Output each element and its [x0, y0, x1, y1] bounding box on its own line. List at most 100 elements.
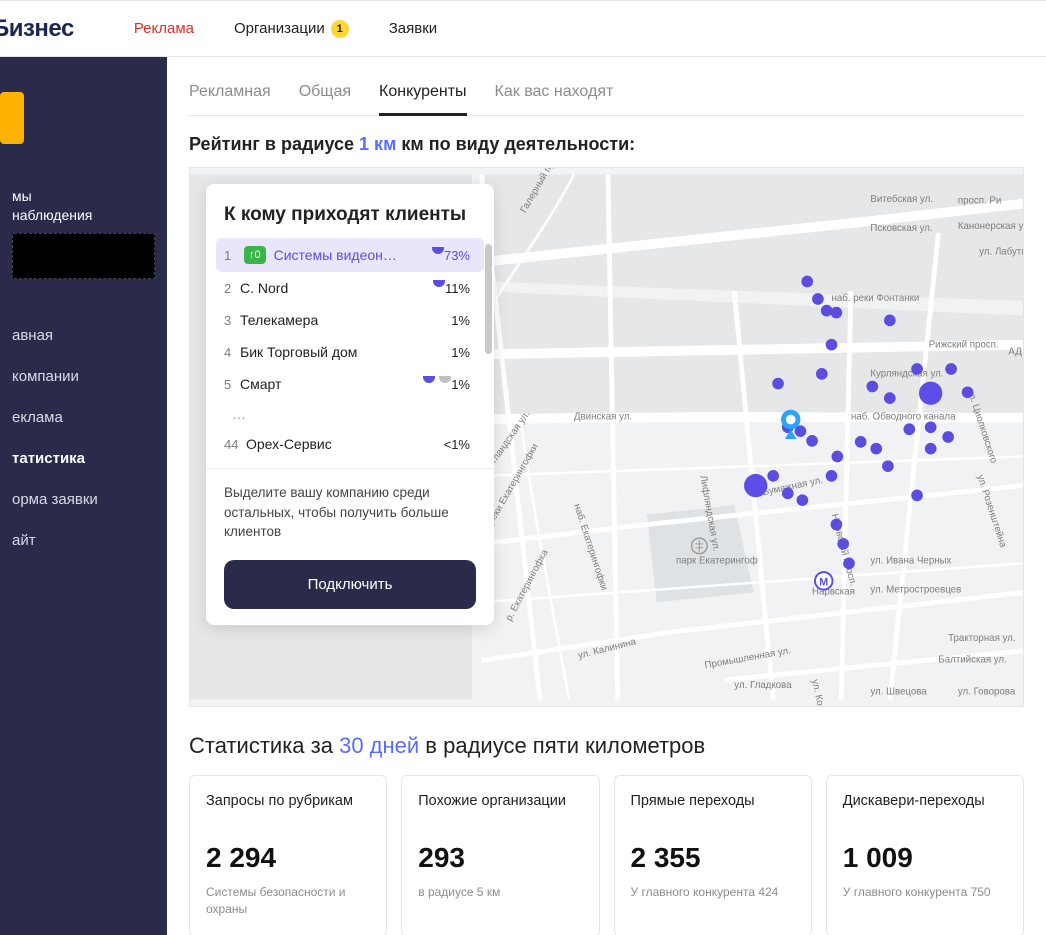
radius-link[interactable]: 1 км [359, 134, 396, 154]
svg-text:ул. Говорова: ул. Говорова [958, 687, 1016, 698]
verified-icon [423, 376, 435, 383]
card-similar[interactable]: Похожие организации 293 в радиусе 5 км [401, 775, 599, 935]
competitor-marker[interactable] [837, 538, 849, 550]
svg-text:Витебская ул.: Витебская ул. [870, 194, 933, 205]
sidebar-nav: авная компании еклама татистика орма зая… [0, 315, 167, 561]
sidebar-org-redacted [12, 233, 155, 279]
competitor-marker[interactable] [843, 558, 855, 570]
map[interactable]: Витебская ул. Псковская ул. просп. Ри Ка… [189, 167, 1024, 707]
competitor-marker[interactable] [911, 363, 923, 375]
competitor-marker[interactable] [826, 339, 838, 351]
svg-text:ул. Швецова: ул. Швецова [870, 687, 927, 698]
competitor-marker[interactable] [801, 276, 813, 288]
verified-icon [433, 280, 445, 287]
svg-text:Курляндская ул.: Курляндская ул. [870, 369, 943, 380]
competitor-marker[interactable] [925, 443, 937, 455]
card-discovery[interactable]: Дискавери-переходы 1 009 У главного конк… [826, 775, 1024, 935]
svg-text:M: M [819, 577, 828, 589]
competitor-marker[interactable] [870, 443, 882, 455]
badge-icon [439, 376, 451, 383]
competitor-marker[interactable] [882, 460, 894, 472]
competitor-marker[interactable] [782, 488, 794, 500]
competitor-marker[interactable] [797, 494, 809, 506]
panel-note: Выделите вашу компанию среди остальных, … [206, 468, 494, 554]
competitor-marker[interactable] [832, 451, 844, 463]
competitor-marker[interactable] [826, 470, 838, 482]
panel-title: К кому приходят клиенты [206, 198, 494, 238]
list-item[interactable]: 5 Смарт 1% [216, 368, 484, 400]
card-requests[interactable]: Запросы по рубрикам 2 294 Системы безопа… [189, 775, 387, 935]
svg-text:ул. Гладкова: ул. Гладкова [734, 680, 792, 691]
svg-text:АД: АД [1008, 346, 1022, 357]
topnav-org[interactable]: Организации 1 [214, 20, 369, 38]
sidebar-item-company[interactable]: компании [0, 356, 167, 397]
competitor-marker[interactable] [884, 392, 896, 404]
list-item[interactable]: 4 Бик Торговый дом 1% [216, 336, 484, 368]
logo: Бизнес [0, 15, 114, 43]
competitor-marker[interactable] [884, 315, 896, 327]
competitor-marker[interactable] [867, 381, 879, 393]
sidebar-item-form[interactable]: орма заявки [0, 479, 167, 520]
competitor-marker[interactable] [962, 386, 974, 398]
svg-text:Рижский просп.: Рижский просп. [929, 340, 999, 351]
card-direct[interactable]: Прямые переходы 2 355 У главного конкуре… [614, 775, 812, 935]
topnav-reklama[interactable]: Реклама [114, 20, 214, 37]
competitor-marker[interactable] [816, 368, 828, 380]
competitors-list[interactable]: 1 ↑0 Системы видеон… 73% 2 C. Nord 11% 3… [206, 238, 494, 460]
competitor-marker[interactable] [821, 305, 833, 317]
competitor-marker[interactable] [772, 378, 784, 390]
competitor-marker[interactable] [831, 519, 843, 531]
topnav-zayavki[interactable]: Заявки [369, 20, 457, 37]
tab-kak-nakhodyat[interactable]: Как вас находят [495, 75, 614, 115]
sidebar-highlight [0, 92, 24, 144]
list-item[interactable]: 2 C. Nord 11% [216, 272, 484, 304]
tab-obshchaya[interactable]: Общая [299, 75, 351, 115]
svg-text:Канонерская ул.: Канонерская ул. [958, 221, 1023, 232]
svg-text:парк Екатерингоф: парк Екатерингоф [676, 555, 758, 566]
svg-text:Тракторная ул.: Тракторная ул. [948, 633, 1015, 644]
competitor-marker[interactable] [744, 474, 767, 497]
period-link[interactable]: 30 дней [339, 733, 419, 758]
sidebar-item-reklama[interactable]: еклама [0, 397, 167, 438]
org-badge: 1 [331, 20, 349, 38]
metro-narvskaya-icon[interactable]: M [815, 572, 832, 589]
rating-title: Рейтинг в радиусе 1 км км по виду деятел… [189, 134, 1024, 155]
competitor-marker[interactable] [903, 423, 915, 435]
competitor-marker[interactable] [942, 431, 954, 443]
svg-text:ул. Лабути: ул. Лабути [979, 246, 1023, 257]
topnav-org-label: Организации [234, 20, 325, 37]
svg-text:наб. реки Фонтанки: наб. реки Фонтанки [832, 293, 920, 304]
rank-change-chip: ↑0 [244, 246, 266, 264]
sidebar-item-site[interactable]: айт [0, 520, 167, 561]
competitors-panel: К кому приходят клиенты 1 ↑0 Системы вид… [206, 184, 494, 625]
competitor-marker[interactable] [831, 307, 843, 319]
competitor-marker[interactable] [911, 489, 923, 501]
svg-text:Псковская ул.: Псковская ул. [870, 223, 932, 234]
competitor-marker[interactable] [925, 421, 937, 433]
list-item[interactable]: 44 Орех-Сервис <1% [216, 428, 484, 460]
scrollbar[interactable] [485, 244, 492, 354]
competitor-marker[interactable] [767, 470, 779, 482]
top-nav: Бизнес Реклама Организации 1 Заявки [0, 0, 1046, 57]
competitor-marker[interactable] [919, 382, 942, 405]
sidebar-item-main[interactable]: авная [0, 315, 167, 356]
competitor-marker[interactable] [806, 435, 818, 447]
tabs: Рекламная Общая Конкуренты Как вас наход… [189, 75, 1024, 116]
list-item[interactable]: 3 Телекамера 1% [216, 304, 484, 336]
competitor-marker[interactable] [945, 363, 957, 375]
svg-text:Двинская ул.: Двинская ул. [574, 412, 632, 423]
competitor-marker[interactable] [812, 293, 824, 305]
tab-konkurenty[interactable]: Конкуренты [379, 75, 467, 115]
competitor-marker[interactable] [855, 436, 867, 448]
connect-button[interactable]: Подключить [224, 560, 476, 609]
svg-text:просп. Ри: просп. Ри [958, 196, 1001, 207]
list-item[interactable]: 1 ↑0 Системы видеон… 73% [216, 238, 484, 272]
stats-title: Статистика за 30 дней в радиусе пяти кил… [189, 733, 1024, 759]
svg-text:наб. Обводного канала: наб. Обводного канала [851, 412, 956, 423]
svg-text:ул. Метростроевцев: ул. Метростроевцев [870, 585, 961, 596]
stats-cards: Запросы по рубрикам 2 294 Системы безопа… [189, 775, 1024, 935]
tab-reklamnaya[interactable]: Рекламная [189, 75, 271, 115]
sidebar: мы наблюдения авная компании еклама тати… [0, 57, 167, 935]
sidebar-item-statistics[interactable]: татистика [0, 438, 167, 479]
verified-icon [432, 247, 444, 254]
